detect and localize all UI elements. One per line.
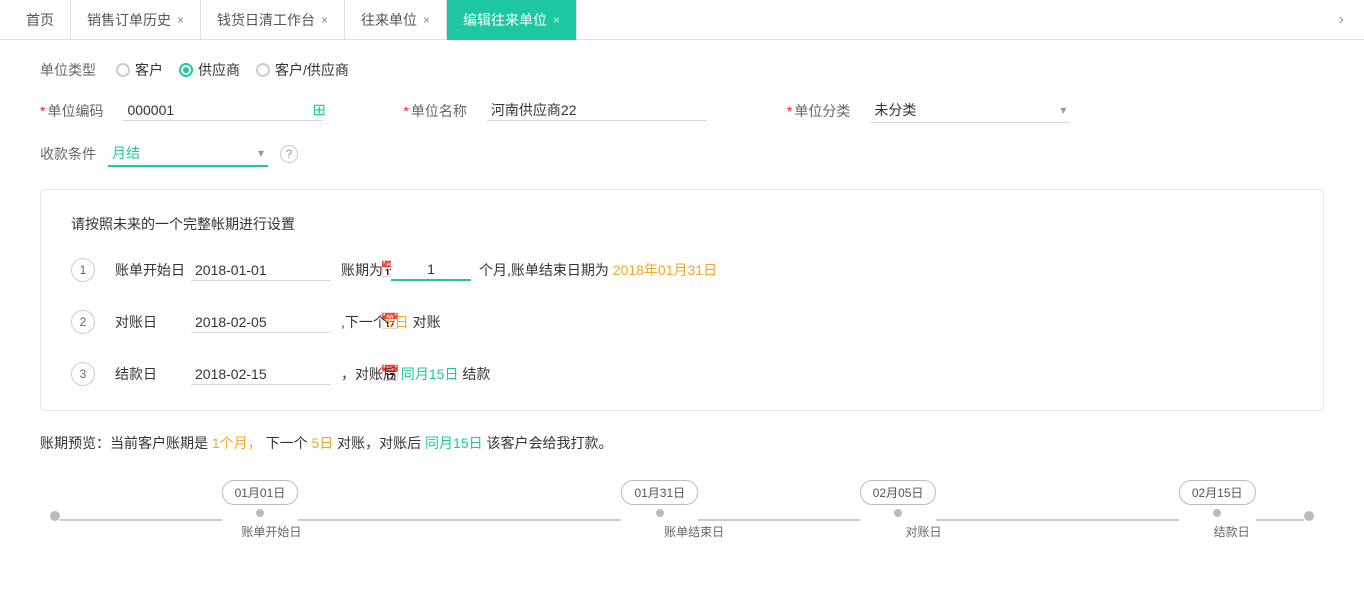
tl-line-3 [698,519,860,521]
period-input[interactable] [391,259,471,281]
tl-label-2: 账单结束日 [664,523,724,540]
timeline-labels: 账单开始日 账单结束日 对账日 结款日 [50,523,1314,540]
tl-node-1: 01月01日 [222,480,299,521]
tab-sales-history-close[interactable]: × [177,13,184,27]
tl-label-3: 对账日 [906,523,942,540]
preview-highlight2: 5日 [311,435,333,451]
date-input-3: 📅 [191,364,331,385]
tl-line-2 [298,519,621,521]
main-content: 单位类型 客户 供应商 客户/供应商 *单位编码 ⊞ *单位 [0,40,1364,610]
setting-row-1: 1 账单开始日 📅 账期为 个月,账单结束日期为 2018年01月31日 [71,258,1293,282]
tl-label-4: 结款日 [1214,523,1250,540]
tl-line-1 [60,519,222,521]
radio-both-circle [256,63,270,77]
tab-edit-partner[interactable]: 编辑往来单位 × [447,0,577,40]
unit-type-row: 单位类型 客户 供应商 客户/供应商 [40,60,1324,80]
step-num-1: 1 [71,258,95,282]
name-input[interactable] [487,100,707,121]
tl-dot-3 [894,509,902,517]
payment-label: 收款条件 [40,144,96,164]
settings-box: 请按照未来的一个完整帐期进行设置 1 账单开始日 📅 账期为 个月,账单结束日期… [40,189,1324,411]
tl-dot-right [1304,511,1314,521]
tl-line-4 [936,519,1178,521]
timeline-container: 01月01日 01月31日 02月05日 [40,480,1324,540]
setting-row-3: 3 结款日 📅 ，对账后 同月15日 结款 [71,362,1293,386]
radio-group-unit-type: 客户 供应商 客户/供应商 [116,60,349,80]
preview-text: 账期预览：当前客户账期是 1个月， 下一个 5日 对账，对账后 同月15日 该客… [40,431,1324,456]
tab-partner-unit[interactable]: 往来单位 × [345,0,447,40]
radio-supplier[interactable]: 供应商 [179,60,240,80]
date-input-2: 📅 [191,312,331,333]
category-label: *单位分类 [787,101,850,121]
tl-badge-4: 02月15日 [1179,480,1256,505]
timeline: 01月01日 01月31日 02月05日 [50,480,1314,521]
copy-icon[interactable]: ⊞ [312,100,325,120]
step-num-3: 3 [71,362,95,386]
tl-node-2: 01月31日 [621,480,698,521]
period-label: 账期为 [341,260,383,280]
tl-badge-3: 02月05日 [860,480,937,505]
tab-partner-unit-close[interactable]: × [423,13,430,27]
tl-node-4: 02月15日 [1179,480,1256,521]
code-name-category-row: *单位编码 ⊞ *单位名称 *单位分类 未分类 ▾ [40,98,1324,123]
category-arrow-icon: ▾ [1060,103,1066,117]
tl-label-1: 账单开始日 [241,523,301,540]
step-label-3: 结款日 [115,364,175,384]
preview-highlight3: 同月15日 [425,435,483,451]
tl-dot-2 [656,509,664,517]
period-end-date: 2018年01月31日 [613,262,717,278]
tl-dot-4 [1213,509,1221,517]
tl-line-5 [1256,519,1304,521]
radio-customer[interactable]: 客户 [116,60,163,80]
period-unit: 个月,账单结束日期为 2018年01月31日 [479,260,717,280]
name-label: *单位名称 [403,101,466,121]
step-label-2: 对账日 [115,312,175,332]
tab-sales-history[interactable]: 销售订单历史 × [71,0,201,40]
settings-title: 请按照未来的一个完整帐期进行设置 [71,214,1293,234]
tl-right-endpoint [1304,511,1314,521]
payment-arrow-icon: ▾ [258,146,264,160]
step-label-1: 账单开始日 [115,260,175,280]
code-input-wrap: ⊞ [123,100,323,121]
code-input[interactable] [123,100,312,120]
radio-both[interactable]: 客户/供应商 [256,60,349,80]
date-input-1: 📅 [191,260,331,281]
tl-badge-1: 01月01日 [222,480,299,505]
unit-type-label: 单位类型 [40,60,96,80]
tl-badge-2: 01月31日 [621,480,698,505]
tab-cash-work[interactable]: 钱货日清工作台 × [201,0,345,40]
tl-dot-1 [256,509,264,517]
tab-edit-partner-close[interactable]: × [553,13,560,27]
tab-arrow[interactable]: › [1329,11,1354,29]
setting-row-2: 2 对账日 📅 ,下一个5日 对账 [71,310,1293,334]
payment-desc: ，对账后 同月15日 结款 [341,364,490,384]
payment-row: 收款条件 月结 ▾ ? [40,141,1324,167]
code-label: *单位编码 [40,101,103,121]
tl-dot-left [50,511,60,521]
step-num-2: 2 [71,310,95,334]
help-icon[interactable]: ? [280,145,298,163]
preview-highlight1: 1个月， [212,435,262,451]
radio-supplier-circle [179,63,193,77]
tab-home[interactable]: 首页 [10,0,71,40]
tl-node-3: 02月05日 [860,480,937,521]
category-select[interactable]: 未分类 ▾ [870,98,1070,123]
tab-cash-work-close[interactable]: × [321,13,328,27]
tab-bar: 首页 销售订单历史 × 钱货日清工作台 × 往来单位 × 编辑往来单位 × › [0,0,1364,40]
payment-select[interactable]: 月结 ▾ [108,141,268,167]
radio-customer-circle [116,63,130,77]
tl-left-endpoint [50,511,60,521]
reconcile-desc: ,下一个5日 对账 [341,312,441,332]
